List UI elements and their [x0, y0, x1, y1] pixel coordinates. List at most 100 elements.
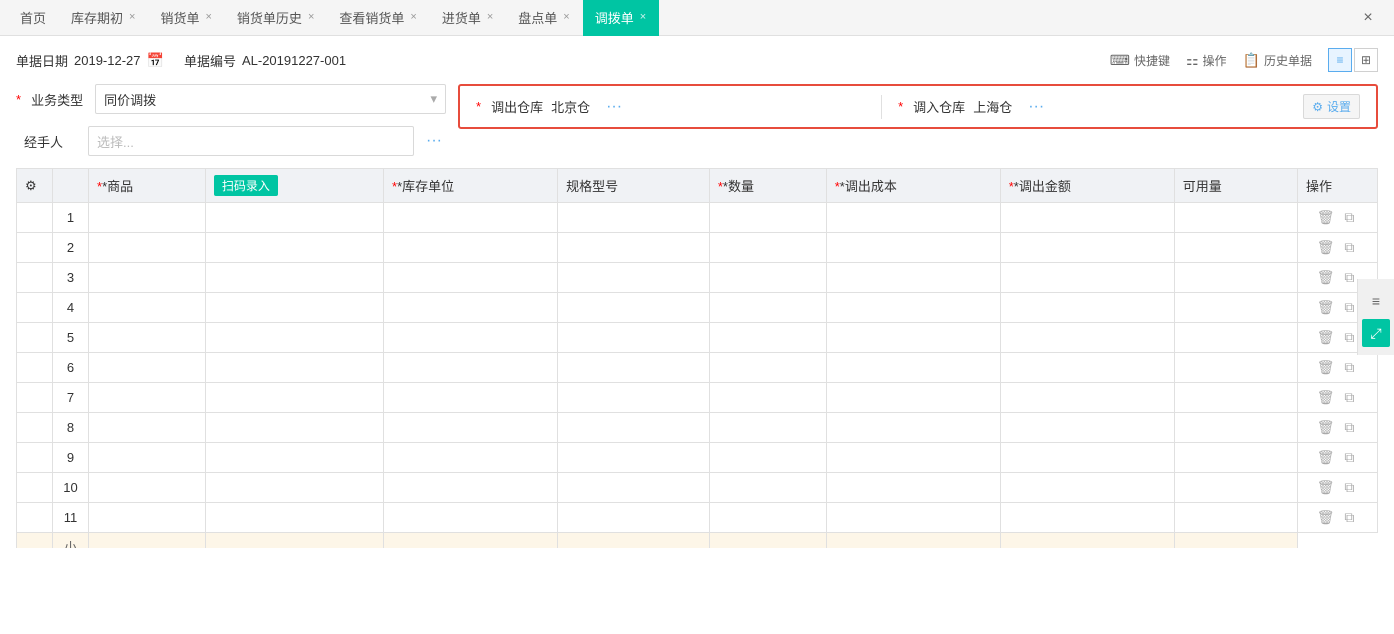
row-spec[interactable]: [558, 353, 710, 383]
row-unit[interactable]: [384, 353, 558, 383]
row-transfer-cost[interactable]: [826, 353, 1000, 383]
tab-transfer-close[interactable]: ×: [640, 12, 646, 23]
row-spec[interactable]: [558, 383, 710, 413]
handler-more-button[interactable]: ···: [422, 132, 446, 150]
th-settings[interactable]: ⚙: [17, 169, 53, 203]
copy-icon[interactable]: ⧉: [1339, 418, 1359, 438]
row-spec[interactable]: [558, 263, 710, 293]
row-spec[interactable]: [558, 323, 710, 353]
operations-link[interactable]: ⚏ 操作: [1186, 52, 1227, 69]
row-spec[interactable]: [558, 233, 710, 263]
row-transfer-amount[interactable]: [1000, 353, 1174, 383]
row-unit[interactable]: [384, 233, 558, 263]
row-unit[interactable]: [384, 263, 558, 293]
row-transfer-cost[interactable]: [826, 473, 1000, 503]
row-product[interactable]: [89, 473, 206, 503]
row-unit[interactable]: [384, 443, 558, 473]
delete-icon[interactable]: 🗑: [1316, 328, 1336, 348]
tab-home[interactable]: 首页: [8, 0, 59, 36]
row-transfer-amount[interactable]: [1000, 323, 1174, 353]
copy-icon[interactable]: ⧉: [1339, 358, 1359, 378]
row-quantity[interactable]: [709, 443, 826, 473]
row-unit[interactable]: [384, 323, 558, 353]
tab-stocktake-close[interactable]: ×: [563, 12, 569, 23]
row-product[interactable]: [89, 353, 206, 383]
tab-view-sales-close[interactable]: ×: [410, 12, 416, 23]
delete-icon[interactable]: 🗑: [1316, 478, 1336, 498]
tab-inventory-init-close[interactable]: ×: [129, 12, 135, 23]
settings-button[interactable]: ⚙ 设置: [1303, 94, 1360, 119]
row-transfer-cost[interactable]: [826, 503, 1000, 533]
row-product[interactable]: [89, 233, 206, 263]
business-type-select[interactable]: 同价调拨 ▾: [95, 84, 446, 114]
tab-sales-history-close[interactable]: ×: [308, 12, 314, 23]
scan-entry-button[interactable]: 扫码录入: [214, 175, 278, 196]
row-quantity[interactable]: [709, 293, 826, 323]
row-product[interactable]: [89, 383, 206, 413]
tab-sales-order-close[interactable]: ×: [205, 12, 211, 23]
row-transfer-amount[interactable]: [1000, 383, 1174, 413]
tab-purchase-order[interactable]: 进货单 ×: [430, 0, 506, 36]
row-unit[interactable]: [384, 383, 558, 413]
row-quantity[interactable]: [709, 233, 826, 263]
handler-select[interactable]: 选择...: [88, 126, 414, 156]
copy-icon[interactable]: ⧉: [1339, 508, 1359, 528]
row-transfer-cost[interactable]: [826, 293, 1000, 323]
row-quantity[interactable]: [709, 503, 826, 533]
row-transfer-cost[interactable]: [826, 263, 1000, 293]
warehouse-in-more-button[interactable]: ···: [1028, 98, 1044, 116]
row-spec[interactable]: [558, 503, 710, 533]
tab-transfer[interactable]: 调拨单 ×: [583, 0, 659, 36]
tab-sales-history[interactable]: 销货单历史 ×: [225, 0, 327, 36]
row-transfer-cost[interactable]: [826, 233, 1000, 263]
tab-view-sales[interactable]: 查看销货单 ×: [327, 0, 429, 36]
row-unit[interactable]: [384, 503, 558, 533]
row-spec[interactable]: [558, 473, 710, 503]
row-quantity[interactable]: [709, 263, 826, 293]
delete-icon[interactable]: 🗑: [1316, 358, 1336, 378]
copy-icon[interactable]: ⧉: [1339, 478, 1359, 498]
copy-icon[interactable]: ⧉: [1339, 208, 1359, 228]
row-transfer-amount[interactable]: [1000, 263, 1174, 293]
row-product[interactable]: [89, 323, 206, 353]
row-quantity[interactable]: [709, 473, 826, 503]
sidebar-doc-button[interactable]: ≡: [1362, 287, 1390, 315]
row-transfer-amount[interactable]: [1000, 503, 1174, 533]
row-product[interactable]: [89, 443, 206, 473]
row-product[interactable]: [89, 263, 206, 293]
sidebar-expand-button[interactable]: ⤢: [1362, 319, 1390, 347]
tab-sales-order[interactable]: 销货单 ×: [148, 0, 224, 36]
delete-icon[interactable]: 🗑: [1316, 508, 1336, 528]
delete-icon[interactable]: 🗑: [1316, 268, 1336, 288]
row-transfer-amount[interactable]: [1000, 293, 1174, 323]
row-unit[interactable]: [384, 203, 558, 233]
row-quantity[interactable]: [709, 203, 826, 233]
copy-icon[interactable]: ⧉: [1339, 238, 1359, 258]
row-transfer-cost[interactable]: [826, 383, 1000, 413]
warehouse-out-more-button[interactable]: ···: [606, 98, 622, 116]
delete-icon[interactable]: 🗑: [1316, 448, 1336, 468]
calendar-icon[interactable]: 📅: [147, 52, 164, 69]
row-spec[interactable]: [558, 443, 710, 473]
delete-icon[interactable]: 🗑: [1316, 238, 1336, 258]
row-spec[interactable]: [558, 413, 710, 443]
row-transfer-cost[interactable]: [826, 443, 1000, 473]
row-transfer-amount[interactable]: [1000, 203, 1174, 233]
row-unit[interactable]: [384, 413, 558, 443]
row-transfer-cost[interactable]: [826, 203, 1000, 233]
delete-icon[interactable]: 🗑: [1316, 418, 1336, 438]
row-product[interactable]: [89, 203, 206, 233]
row-transfer-amount[interactable]: [1000, 413, 1174, 443]
shortcut-link[interactable]: ⌨ 快捷键: [1110, 52, 1170, 69]
row-spec[interactable]: [558, 203, 710, 233]
tab-purchase-order-close[interactable]: ×: [487, 12, 493, 23]
tab-stocktake[interactable]: 盘点单 ×: [506, 0, 582, 36]
row-quantity[interactable]: [709, 353, 826, 383]
row-transfer-amount[interactable]: [1000, 233, 1174, 263]
row-spec[interactable]: [558, 293, 710, 323]
row-unit[interactable]: [384, 293, 558, 323]
row-quantity[interactable]: [709, 323, 826, 353]
row-product[interactable]: [89, 413, 206, 443]
history-link[interactable]: 📋 历史单据: [1243, 52, 1312, 69]
window-close-button[interactable]: ×: [1350, 0, 1386, 36]
